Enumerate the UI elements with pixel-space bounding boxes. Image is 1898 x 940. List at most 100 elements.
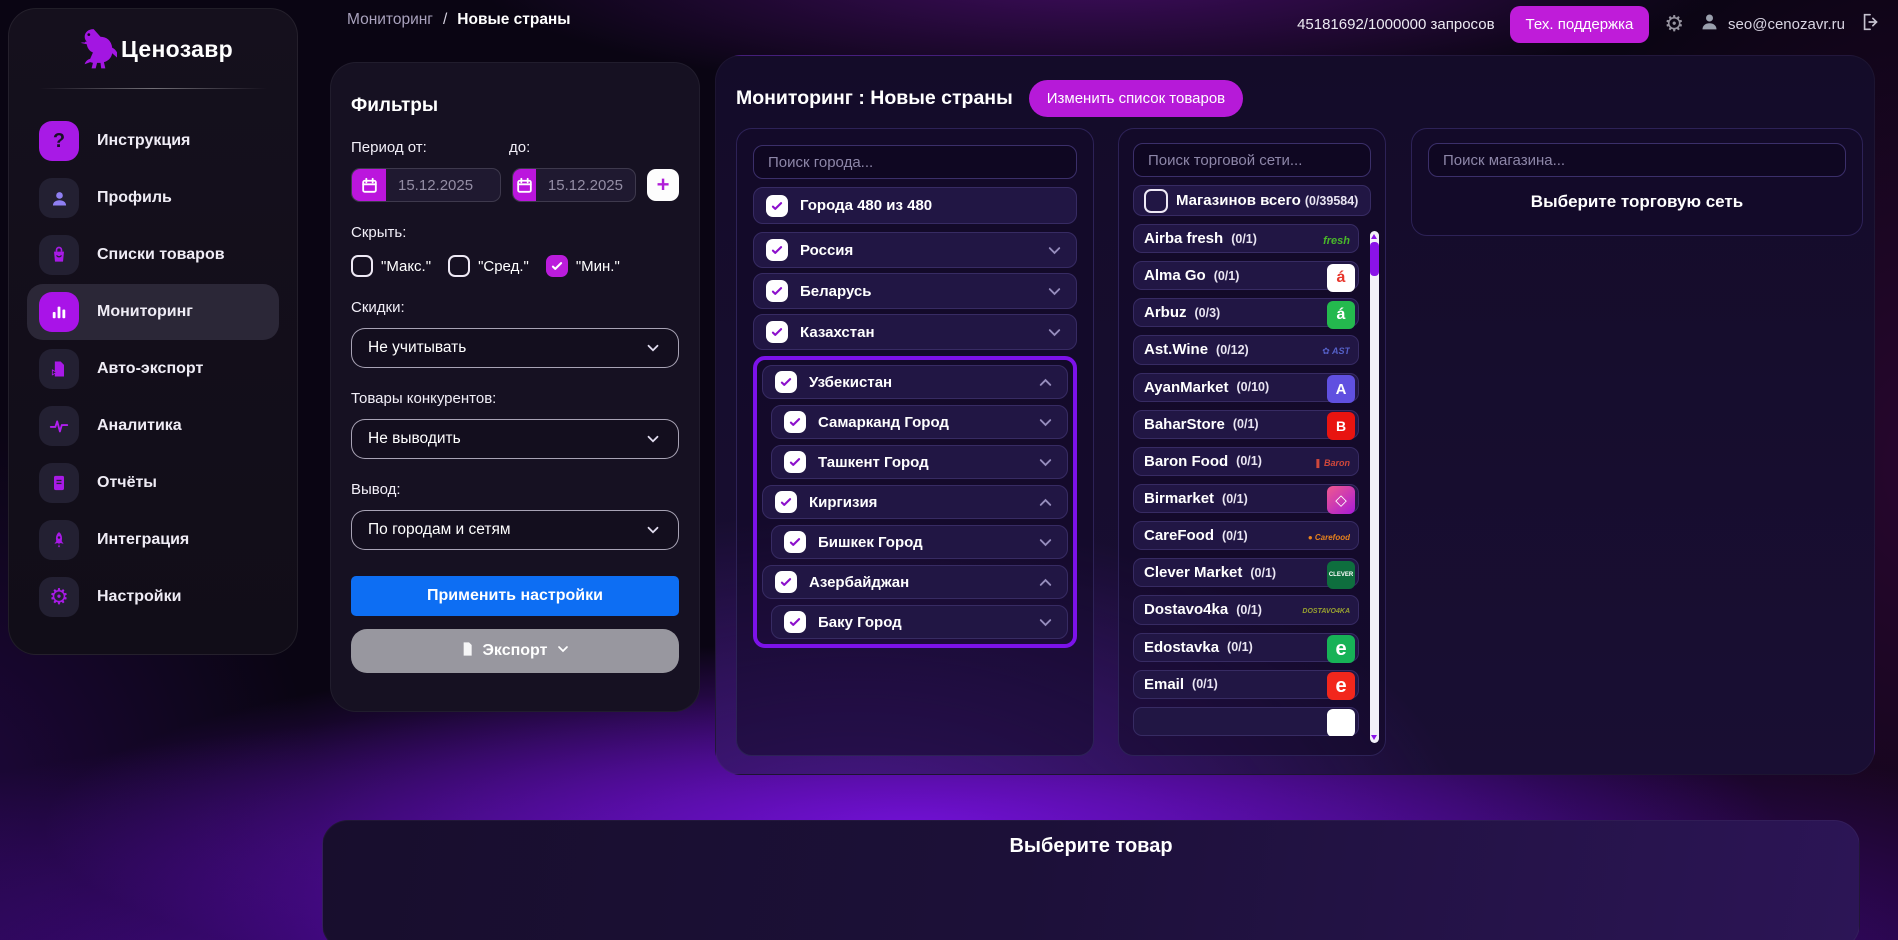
scrollbar-track[interactable] bbox=[1370, 231, 1379, 743]
sidebar-item-question[interactable]: ? Инструкция bbox=[27, 113, 279, 169]
city-search-input[interactable] bbox=[753, 145, 1077, 179]
checkbox-unchecked[interactable] bbox=[351, 255, 373, 277]
network-row[interactable]: Birmarket (0/1) ◇ bbox=[1133, 483, 1359, 515]
chevron-down-icon[interactable] bbox=[1036, 613, 1055, 632]
checkbox-checked[interactable] bbox=[784, 451, 806, 473]
city-row[interactable]: Ташкент Город bbox=[771, 445, 1068, 479]
user-account[interactable]: seo@cenozavr.ru bbox=[1699, 11, 1845, 37]
network-row[interactable]: Airba fresh (0/1) fresh bbox=[1133, 224, 1359, 254]
hide-option[interactable]: "Мин." bbox=[545, 255, 620, 277]
network-row[interactable]: Clever Market (0/1) CLEVER bbox=[1133, 558, 1359, 589]
chevron-down-icon[interactable] bbox=[1045, 323, 1064, 342]
cities-select-all-row[interactable]: Города 480 из 480 bbox=[753, 187, 1077, 224]
network-row[interactable]: Ast.Wine (0/12) ✿ AST bbox=[1133, 335, 1359, 365]
output-select[interactable]: По городам и сетям bbox=[351, 510, 679, 550]
sidebar-item-label: Интеграция bbox=[97, 531, 190, 548]
checkbox-checked[interactable] bbox=[775, 371, 797, 393]
store-search-input[interactable] bbox=[1428, 143, 1846, 177]
checkbox-checked[interactable] bbox=[784, 531, 806, 553]
checkbox-checked[interactable] bbox=[766, 239, 788, 261]
networks-select-all-row[interactable]: Магазинов всего (0/39584) bbox=[1133, 185, 1371, 216]
row-label: Бишкек Город bbox=[818, 533, 923, 551]
chevron-up-icon[interactable] bbox=[1036, 493, 1055, 512]
sidebar-item-label: Списки товаров bbox=[97, 246, 225, 263]
checkbox-checked[interactable] bbox=[766, 194, 788, 217]
checkbox-checked[interactable] bbox=[784, 411, 806, 433]
network-row[interactable]: Alma Go (0/1) á bbox=[1133, 261, 1359, 292]
chevron-down-icon bbox=[644, 430, 662, 448]
sidebar-item-bag[interactable]: Списки товаров bbox=[27, 227, 279, 283]
chevron-up-icon[interactable] bbox=[1036, 373, 1055, 392]
scroll-up-icon[interactable] bbox=[1371, 234, 1377, 239]
chevron-down-icon[interactable] bbox=[1045, 241, 1064, 260]
network-logo-icon: ❚ Baron bbox=[1313, 457, 1350, 468]
chevron-down-icon[interactable] bbox=[1036, 453, 1055, 472]
sidebar-item-pulse[interactable]: Аналитика bbox=[27, 398, 279, 454]
checkbox-checked[interactable] bbox=[775, 491, 797, 513]
sidebar-item-label: Аналитика bbox=[97, 417, 182, 434]
checkbox-checked[interactable] bbox=[545, 255, 568, 277]
sidebar-item-chart[interactable]: Мониторинг bbox=[27, 284, 279, 340]
date-from-input[interactable]: 15.12.2025 bbox=[351, 168, 501, 202]
city-row[interactable]: Баку Город bbox=[771, 605, 1068, 639]
network-row[interactable]: AyanMarket (0/10) A bbox=[1133, 372, 1359, 404]
network-row[interactable]: Arbuz (0/3) á bbox=[1133, 298, 1359, 329]
network-name: Birmarket bbox=[1144, 490, 1215, 508]
network-row[interactable]: CareFood (0/1) ● Carefood bbox=[1133, 521, 1359, 551]
network-logo-icon: A bbox=[1327, 375, 1355, 404]
sidebar-menu: ? Инструкция Профиль Списки товаров Монитори… bbox=[9, 89, 297, 625]
country-row[interactable]: Киргизия bbox=[762, 485, 1068, 519]
checkbox-unchecked[interactable] bbox=[1144, 188, 1168, 213]
sidebar-item-rocket[interactable]: Интеграция bbox=[27, 512, 279, 568]
apply-settings-button[interactable]: Применить настройки bbox=[351, 576, 679, 616]
city-row[interactable]: Самарканд Город bbox=[771, 405, 1068, 439]
support-button[interactable]: Тех. поддержка bbox=[1509, 5, 1650, 43]
network-search-input[interactable] bbox=[1133, 143, 1371, 177]
chevron-down-icon[interactable] bbox=[1045, 282, 1064, 301]
network-count: (0/1) bbox=[1192, 677, 1218, 692]
scrollbar-thumb[interactable] bbox=[1370, 242, 1379, 276]
scroll-down-icon[interactable] bbox=[1371, 735, 1377, 740]
sidebar-item-user[interactable]: Профиль bbox=[27, 170, 279, 226]
checkbox-checked[interactable] bbox=[775, 571, 797, 593]
network-row[interactable]: Email (0/1) e bbox=[1133, 669, 1359, 701]
hide-option[interactable]: "Макс." bbox=[351, 255, 431, 277]
network-row[interactable] bbox=[1133, 706, 1359, 736]
country-row[interactable]: Узбекистан bbox=[762, 365, 1068, 399]
calendar-icon[interactable] bbox=[352, 169, 386, 201]
chevron-down-icon[interactable] bbox=[1036, 533, 1055, 552]
country-row[interactable]: Беларусь bbox=[753, 273, 1077, 309]
discounts-select[interactable]: Не учитывать bbox=[351, 328, 679, 368]
competitors-select[interactable]: Не выводить bbox=[351, 419, 679, 459]
gear-icon[interactable]: ⚙ bbox=[1664, 13, 1684, 35]
calendar-icon[interactable] bbox=[513, 169, 536, 201]
network-logo-icon: fresh bbox=[1323, 234, 1350, 247]
network-row[interactable]: BaharStore (0/1) B bbox=[1133, 409, 1359, 441]
sidebar-item-file-export[interactable]: Авто-экспорт bbox=[27, 341, 279, 397]
edit-product-list-button[interactable]: Изменить список товаров bbox=[1028, 80, 1244, 117]
country-row[interactable]: Россия bbox=[753, 232, 1077, 268]
network-row[interactable]: Dostavo4ka (0/1) DOSTAVO4KA bbox=[1133, 595, 1359, 625]
checkbox-checked[interactable] bbox=[766, 280, 788, 302]
checkbox-unchecked[interactable] bbox=[448, 255, 471, 277]
city-row[interactable]: Бишкек Город bbox=[771, 525, 1068, 559]
chevron-up-icon[interactable] bbox=[1036, 573, 1055, 592]
bag-icon bbox=[39, 235, 79, 275]
add-period-button[interactable]: + bbox=[647, 169, 679, 201]
logout-icon[interactable] bbox=[1860, 11, 1882, 38]
country-row[interactable]: Азербайджан bbox=[762, 565, 1068, 599]
chevron-down-icon[interactable] bbox=[1036, 413, 1055, 432]
country-row[interactable]: Казахстан bbox=[753, 314, 1077, 350]
network-row[interactable]: Edostavka (0/1) e bbox=[1133, 632, 1359, 664]
date-to-input[interactable]: 15.12.2025 bbox=[512, 168, 636, 202]
breadcrumb-section[interactable]: Мониторинг bbox=[347, 11, 433, 29]
hide-option[interactable]: "Сред." bbox=[448, 255, 529, 277]
file-icon bbox=[459, 641, 475, 662]
sidebar-item-gear[interactable]: ⚙ Настройки bbox=[27, 569, 279, 625]
sidebar-item-report[interactable]: Отчёты bbox=[27, 455, 279, 511]
checkbox-checked[interactable] bbox=[766, 321, 788, 343]
rocket-icon bbox=[39, 520, 79, 560]
checkbox-checked[interactable] bbox=[784, 611, 806, 633]
export-button[interactable]: Экспорт bbox=[351, 629, 679, 673]
network-row[interactable]: Baron Food (0/1) ❚ Baron bbox=[1133, 446, 1359, 476]
